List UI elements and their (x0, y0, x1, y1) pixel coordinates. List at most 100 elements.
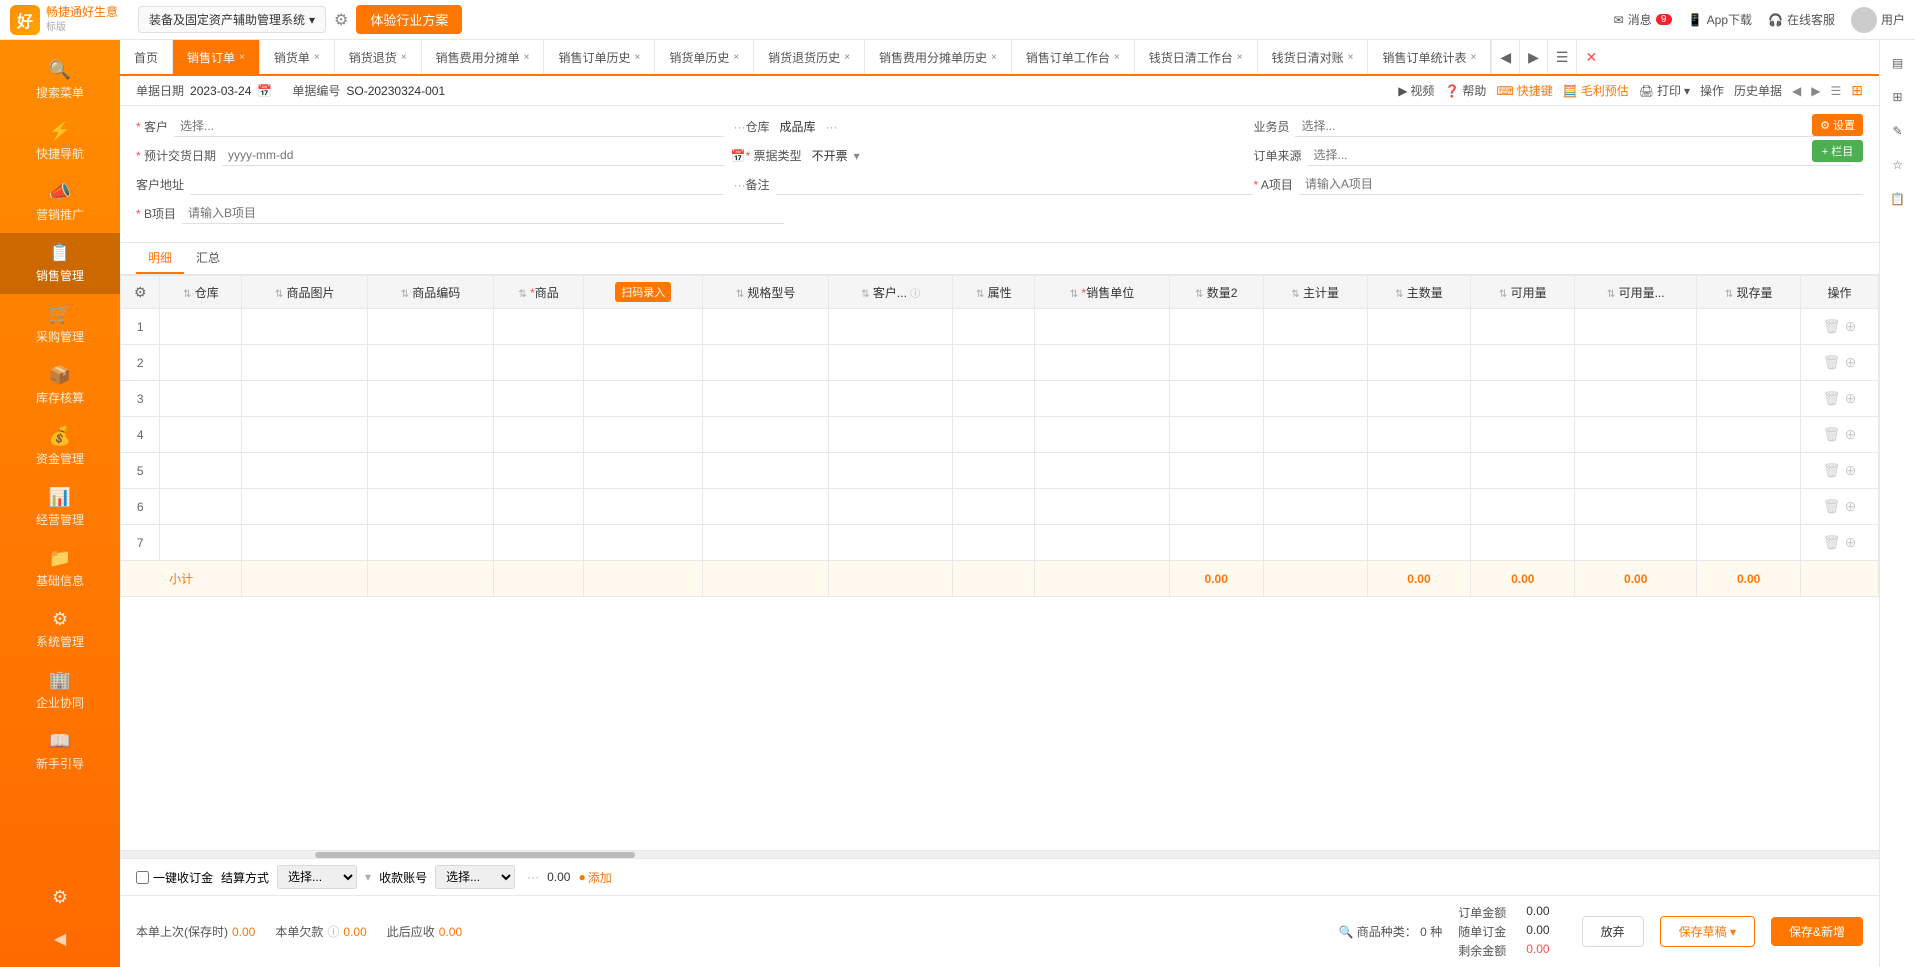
right-icon-star[interactable]: ☆ (1883, 150, 1913, 180)
right-icon-doc[interactable]: 📋 (1883, 184, 1913, 214)
a-project-input[interactable] (1299, 174, 1863, 195)
copy-icon[interactable]: ⊕ (1845, 354, 1857, 371)
sidebar-collapse-btn[interactable]: ◀ (46, 921, 74, 957)
copy-icon[interactable]: ⊕ (1845, 390, 1857, 407)
close-icon[interactable]: × (1470, 52, 1476, 63)
account-select[interactable]: 选择... (435, 865, 515, 889)
tab-next-btn[interactable]: ▶ (1519, 40, 1547, 74)
online-service-btn[interactable]: 🎧 在线客服 (1768, 11, 1835, 28)
delivery-input[interactable] (222, 145, 725, 166)
gear-icon[interactable]: ⚙ (334, 10, 348, 30)
tab-summary[interactable]: 汇总 (184, 243, 232, 274)
close-icon[interactable]: × (634, 52, 640, 63)
close-icon[interactable]: × (1114, 52, 1120, 63)
copy-icon[interactable]: ⊕ (1845, 318, 1857, 335)
one-click-checkbox[interactable]: 一键收订金 (136, 869, 213, 886)
address-input[interactable] (190, 174, 724, 195)
close-icon[interactable]: × (991, 52, 997, 63)
right-icon-grid[interactable]: ▤ (1883, 48, 1913, 78)
scan-btn[interactable]: 扫码录入 (615, 282, 671, 302)
profit-action[interactable]: 🧮 毛利预估 (1563, 82, 1629, 99)
sidebar-item-guide[interactable]: 📖 新手引导 (0, 721, 120, 782)
history-action[interactable]: 历史单据 (1734, 82, 1782, 99)
tab-detail[interactable]: 明细 (136, 243, 184, 274)
tab-prev-btn[interactable]: ◀ (1491, 40, 1519, 74)
right-icon-layout[interactable]: ⊞ (1883, 82, 1913, 112)
payment-method-select[interactable]: 选择... (277, 865, 357, 889)
sidebar-item-settings[interactable]: ⚙ (0, 877, 120, 921)
tab-sales-expense[interactable]: 销售费用分摊单 × (422, 40, 545, 74)
print-action[interactable]: 🖨 打印 ▾ (1639, 82, 1690, 99)
add-column-btn[interactable]: + 栏目 (1812, 140, 1863, 162)
tab-expense-history[interactable]: 销售费用分摊单历史 × (865, 40, 1012, 74)
remark-input[interactable] (776, 174, 1254, 195)
shortcut-action[interactable]: ⌨ 快捷键 (1496, 82, 1552, 99)
col-scan[interactable]: 扫码录入 (584, 276, 703, 309)
close-icon[interactable]: × (733, 52, 739, 63)
delete-icon[interactable]: 🗑 (1823, 318, 1841, 335)
system-title[interactable]: 装备及固定资产辅助管理系统 ▾ (138, 6, 326, 33)
fullscreen-icon[interactable]: ⊞ (1851, 82, 1863, 99)
tab-sales-order[interactable]: 销售订单 × (173, 40, 260, 74)
tab-home[interactable]: 首页 (120, 40, 173, 74)
tab-sales-invoice[interactable]: 销货单 × (260, 40, 335, 74)
close-icon[interactable]: × (1237, 52, 1243, 63)
invoice-chevron-icon[interactable]: ▾ (854, 149, 860, 163)
app-download-btn[interactable]: 📱 App下载 (1688, 11, 1752, 28)
copy-icon[interactable]: ⊕ (1845, 426, 1857, 443)
close-icon[interactable]: × (314, 52, 320, 63)
save-draft-btn[interactable]: 保存草稿 ▾ (1660, 916, 1755, 947)
copy-icon[interactable]: ⊕ (1845, 498, 1857, 515)
delete-icon[interactable]: 🗑 (1823, 354, 1841, 371)
delivery-calendar-icon[interactable]: 📅 (731, 149, 746, 163)
user-btn[interactable]: 用户 (1851, 7, 1905, 33)
add-payment-btn[interactable]: ● 添加 (578, 869, 611, 886)
tab-return-history[interactable]: 销货退货历史 × (754, 40, 865, 74)
tab-daily-workbench[interactable]: 钱货日清工作台 × (1135, 40, 1258, 74)
one-click-checkbox-input[interactable] (136, 871, 149, 884)
close-icon[interactable]: × (239, 52, 245, 63)
close-icon[interactable]: × (401, 52, 407, 63)
sidebar-item-marketing[interactable]: 📣 营销推广 (0, 172, 120, 233)
help-action[interactable]: ❓ 帮助 (1444, 82, 1486, 99)
delete-icon[interactable]: 🗑 (1823, 390, 1841, 407)
copy-icon[interactable]: ⊕ (1845, 534, 1857, 551)
close-icon[interactable]: × (524, 52, 530, 63)
view-action[interactable]: ▶ 视频 (1398, 82, 1434, 99)
right-icon-edit[interactable]: ✎ (1883, 116, 1913, 146)
prev-record-btn[interactable]: ◀ (1792, 84, 1801, 98)
next-record-btn[interactable]: ▶ (1811, 84, 1820, 98)
sidebar-item-enterprise[interactable]: 🏢 企业协同 (0, 660, 120, 721)
industry-btn[interactable]: 体验行业方案 (356, 5, 462, 34)
sidebar-item-quicknav[interactable]: ⚡ 快捷导航 (0, 111, 120, 172)
sidebar-item-purchase[interactable]: 🛒 采购管理 (0, 294, 120, 355)
col-gear[interactable]: ⚙ (121, 276, 160, 309)
delete-icon[interactable]: 🗑 (1823, 426, 1841, 443)
close-icon[interactable]: × (1348, 52, 1354, 63)
tab-sales-return[interactable]: 销货退货 × (335, 40, 422, 74)
copy-icon[interactable]: ⊕ (1845, 462, 1857, 479)
sidebar-item-finance[interactable]: 💰 资金管理 (0, 416, 120, 477)
tab-close-btn[interactable]: ✕ (1576, 40, 1605, 74)
customer-input[interactable] (174, 116, 724, 137)
tab-menu-btn[interactable]: ☰ (1547, 40, 1577, 74)
b-project-input[interactable] (182, 203, 784, 224)
customer-dots-btn[interactable]: ··· (734, 120, 746, 134)
order-source-input[interactable] (1307, 145, 1850, 166)
layout-icon[interactable]: ☰ (1831, 84, 1842, 98)
operate-action[interactable]: 操作 (1700, 82, 1724, 99)
discard-btn[interactable]: 放弃 (1582, 916, 1644, 947)
tab-order-workbench[interactable]: 销售订单工作台 × (1012, 40, 1135, 74)
sidebar-item-search[interactable]: 🔍 搜索菜单 (0, 50, 120, 111)
sidebar-item-basic[interactable]: 📁 基础信息 (0, 538, 120, 599)
calendar-icon[interactable]: 📅 (257, 84, 272, 98)
account-dots-btn[interactable]: ··· (527, 870, 539, 884)
address-dots-btn[interactable]: ··· (734, 178, 746, 192)
tab-invoice-history[interactable]: 销货单历史 × (655, 40, 754, 74)
save-new-btn[interactable]: 保存&新增 (1771, 917, 1863, 946)
delete-icon[interactable]: 🗑 (1823, 498, 1841, 515)
warehouse-dots-btn[interactable]: ··· (826, 120, 838, 134)
salesman-input[interactable] (1295, 116, 1841, 137)
sidebar-item-operations[interactable]: 📊 经营管理 (0, 477, 120, 538)
sidebar-item-sales[interactable]: 📋 销售管理 (0, 233, 120, 294)
